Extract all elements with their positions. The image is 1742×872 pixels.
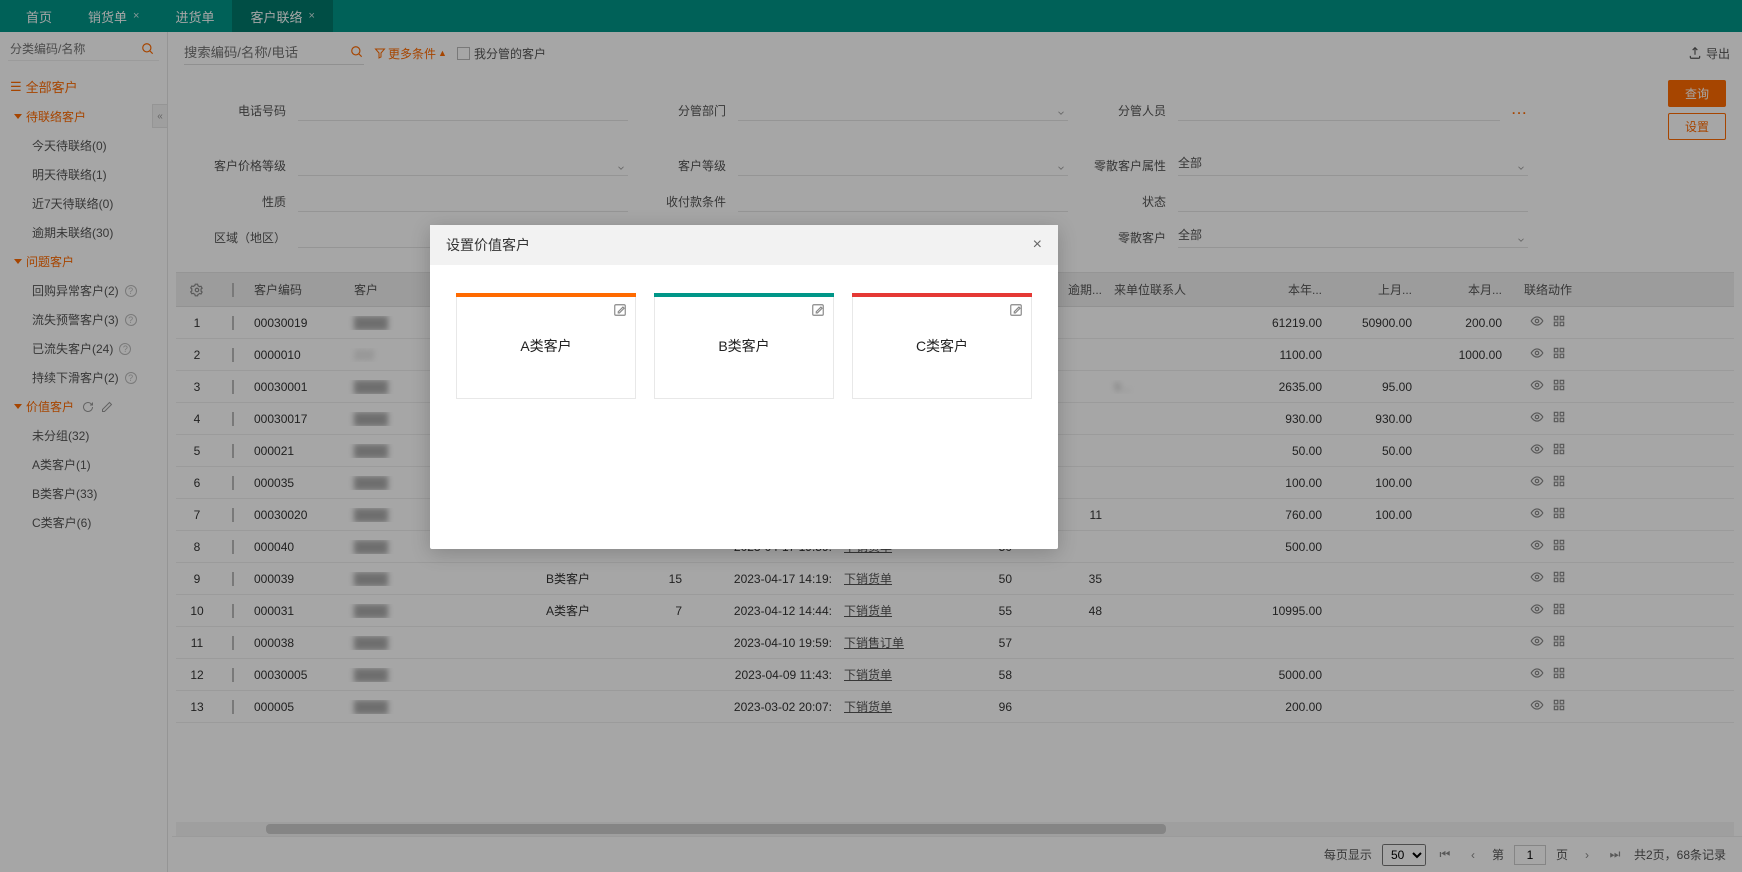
card-c-label: C类客户 <box>916 336 968 356</box>
edit-icon[interactable] <box>811 302 825 317</box>
card-c[interactable]: C类客户 <box>852 293 1032 399</box>
value-customer-modal: 设置价值客户 × A类客户 B类客户 C类客户 <box>430 225 1058 549</box>
edit-icon[interactable] <box>1009 302 1023 317</box>
card-a[interactable]: A类客户 <box>456 293 636 399</box>
edit-icon[interactable] <box>613 302 627 317</box>
modal-close-button[interactable]: × <box>1033 236 1042 254</box>
card-a-label: A类客户 <box>520 336 571 356</box>
card-b-label: B类客户 <box>718 336 769 356</box>
modal-title: 设置价值客户 <box>446 235 530 255</box>
card-b[interactable]: B类客户 <box>654 293 834 399</box>
